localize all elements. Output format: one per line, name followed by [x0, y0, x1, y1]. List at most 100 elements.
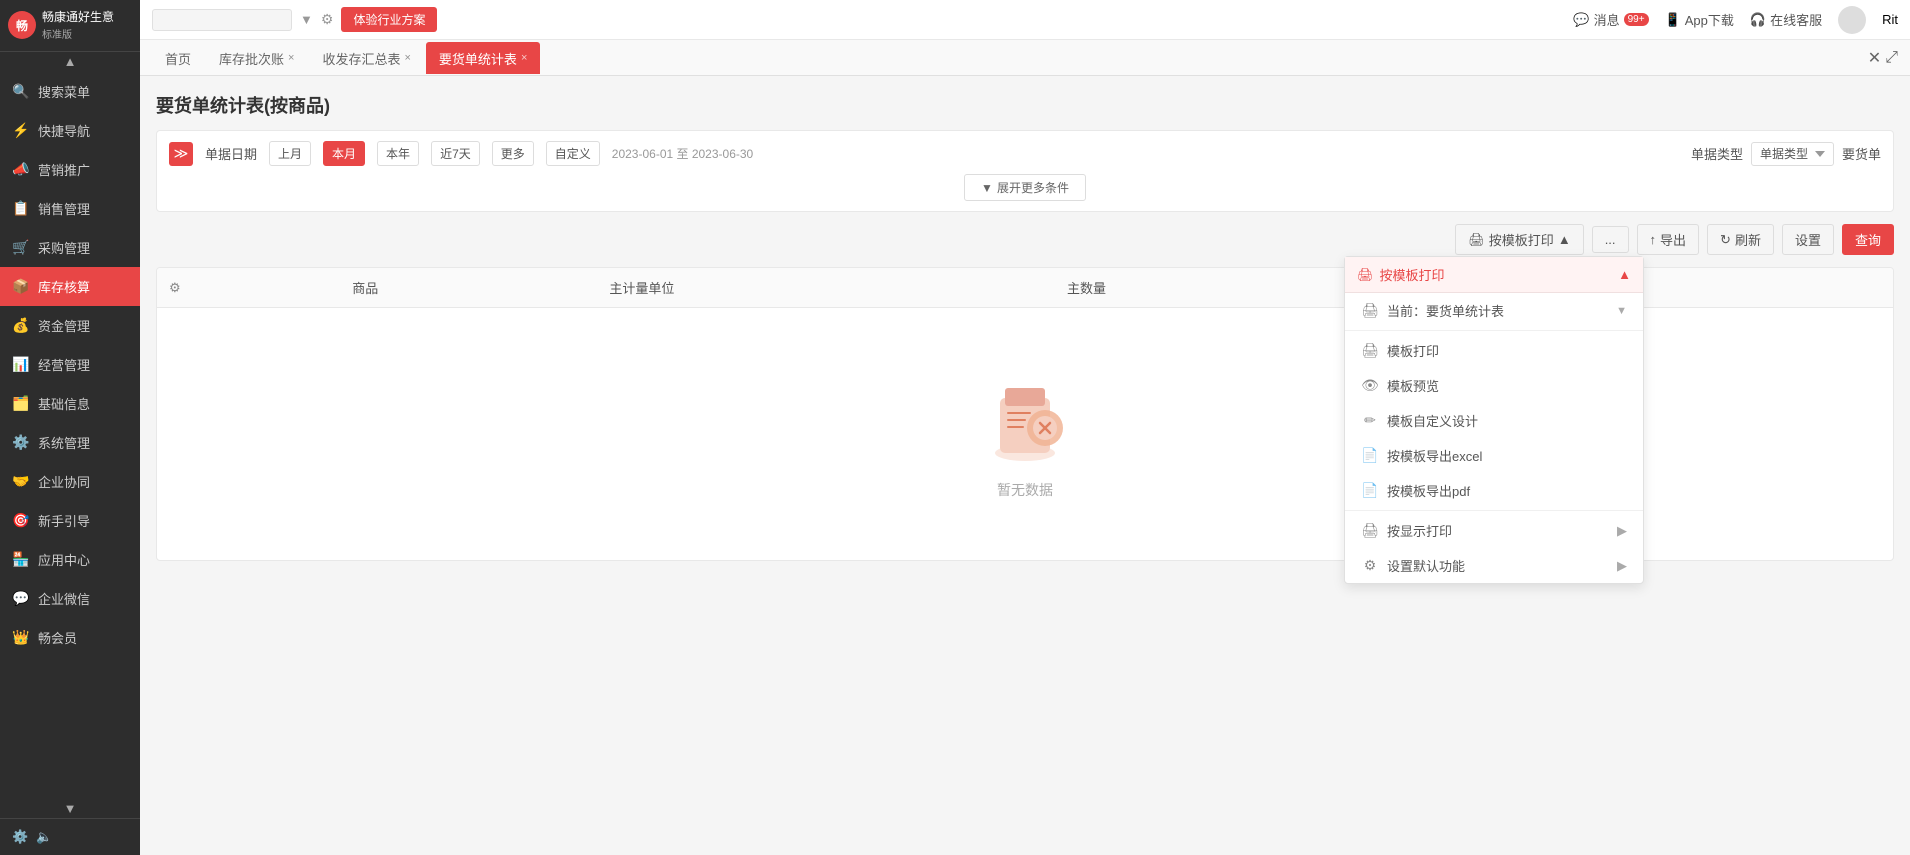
col-settings[interactable]: ⚙ [157, 268, 340, 308]
sidebar-item-marketing[interactable]: 📣 营销推广 [0, 150, 140, 189]
tab-close-inventory-batch[interactable]: × [288, 52, 294, 64]
sidebar-item-basic[interactable]: 🗂️ 基础信息 [0, 384, 140, 423]
sidebar-item-system[interactable]: ⚙️ 系统管理 [0, 423, 140, 462]
cart-icon: 🛒 [12, 239, 30, 256]
footer-settings-icon[interactable]: ⚙️ [12, 829, 28, 845]
template-current-arrow: ▼ [1616, 305, 1627, 317]
order-type-label: 要货单 [1842, 144, 1881, 163]
chart-icon: 📊 [12, 356, 30, 373]
date-btn-last-month[interactable]: 上月 [269, 141, 311, 166]
template-preview-item[interactable]: 👁 模板预览 [1345, 368, 1643, 403]
main-area: ▼ ⚙ 体验行业方案 💬 消息 99+ 📱 App下载 🎧 在线客服 Rit 首… [140, 0, 1910, 855]
user-avatar[interactable] [1838, 6, 1866, 34]
display-print-item[interactable]: 🖨 按显示打印 ▶ [1345, 513, 1643, 548]
col-extra [1770, 268, 1893, 308]
tab-receipt-summary[interactable]: 收发存汇总表 × [309, 42, 423, 74]
tab-close-receipt-summary[interactable]: × [404, 52, 410, 64]
expand-conditions-btn[interactable]: ▼ 展开更多条件 [964, 174, 1086, 201]
query-btn[interactable]: 查询 [1842, 224, 1894, 255]
refresh-icon: ↻ [1720, 232, 1731, 248]
page-title: 要货单统计表(按商品) [156, 92, 1894, 118]
chat-icon: 💬 [12, 590, 30, 607]
sidebar-scroll-up[interactable]: ▲ [0, 52, 140, 72]
date-range-display: 2023-06-01 至 2023-06-30 [612, 145, 753, 162]
expand-icon: ▼ [981, 181, 993, 195]
store-icon: 🏪 [12, 551, 30, 568]
sidebar-footer: ⚙️ 🔈 [0, 818, 140, 855]
sidebar-item-shortcut[interactable]: ⚡ 快捷导航 [0, 111, 140, 150]
date-btn-more[interactable]: 更多 [492, 141, 534, 166]
type-filter-select[interactable]: 单据类型 要货单 [1751, 142, 1834, 166]
template-current-icon: 🖨 [1361, 302, 1379, 319]
crown-icon: 👑 [12, 629, 30, 646]
sidebar-item-inventory[interactable]: 📦 库存核算 [0, 267, 140, 306]
date-btn-custom[interactable]: 自定义 [546, 141, 600, 166]
print-dropdown-arrow: ▲ [1558, 232, 1571, 247]
print-template-btn[interactable]: 🖨 按模板打印 ▲ [1455, 224, 1583, 255]
sidebar-item-finance[interactable]: 💰 资金管理 [0, 306, 140, 345]
type-filter-label: 单据类型 [1691, 144, 1743, 163]
settings-action-btn[interactable]: 设置 [1782, 224, 1834, 255]
date-btn-this-year[interactable]: 本年 [377, 141, 419, 166]
template-custom-icon: ✏ [1361, 412, 1379, 429]
template-export-pdf-item[interactable]: 📄 按模板导出pdf [1345, 473, 1643, 508]
table-settings-icon[interactable]: ⚙ [169, 280, 181, 295]
template-custom-item[interactable]: ✏ 模板自定义设计 [1345, 403, 1643, 438]
tab-order-stats[interactable]: 要货单统计表 × [426, 42, 540, 74]
default-function-arrow: ▶ [1617, 558, 1627, 574]
sidebar-item-search[interactable]: 🔍 搜索菜单 [0, 72, 140, 111]
tab-inventory-batch[interactable]: 库存批次账 × [206, 42, 307, 74]
action-bar: 🖨 按模板打印 ▲ ... ↑ 导出 ↻ 刷新 设置 查询 [156, 224, 1894, 255]
sidebar-item-operation[interactable]: 📊 经营管理 [0, 345, 140, 384]
sidebar-item-appstore[interactable]: 🏪 应用中心 [0, 540, 140, 579]
folder-icon: 🗂️ [12, 395, 30, 412]
sidebar-item-purchase[interactable]: 🛒 采购管理 [0, 228, 140, 267]
sidebar-scroll-down[interactable]: ▼ [0, 798, 140, 818]
date-btn-this-month[interactable]: 本月 [323, 141, 365, 166]
template-excel-icon: 📄 [1361, 447, 1379, 464]
topbar-search-input[interactable] [152, 9, 292, 31]
sidebar-item-cooperation[interactable]: 🤝 企业协同 [0, 462, 140, 501]
tab-close-order-stats[interactable]: × [521, 52, 527, 64]
content-area: 要货单统计表(按商品) ≫ 单据日期 上月 本月 本年 近7天 更多 自定义 2… [140, 76, 1910, 855]
user-name: Rit [1882, 12, 1898, 27]
sidebar-item-wechat[interactable]: 💬 企业微信 [0, 579, 140, 618]
topbar-gear-icon[interactable]: ⚙ [321, 11, 334, 28]
experience-btn[interactable]: 体验行业方案 [341, 7, 437, 32]
template-current-item[interactable]: 🖨 当前：要货单统计表 ▼ [1345, 293, 1643, 328]
phone-icon: 📱 [1665, 12, 1681, 28]
sidebar-nav: 🔍 搜索菜单 ⚡ 快捷导航 📣 营销推广 📋 销售管理 🛒 采购管理 📦 库存核… [0, 72, 140, 798]
filter-collapse-btn[interactable]: ≫ [169, 142, 193, 166]
tabs-right-controls: ✕ ⤢ [1868, 48, 1898, 68]
notifications-btn[interactable]: 💬 消息 99+ [1573, 10, 1648, 29]
template-export-excel-item[interactable]: 📄 按模板导出excel [1345, 438, 1643, 473]
headset-icon: 🎧 [1750, 12, 1766, 28]
export-btn[interactable]: ↑ 导出 [1637, 224, 1700, 255]
date-btn-7days[interactable]: 近7天 [431, 141, 480, 166]
money-icon: 💰 [12, 317, 30, 334]
template-dropdown-header[interactable]: 🖨 按模板打印 ▲ [1345, 257, 1643, 293]
refresh-btn[interactable]: ↻ 刷新 [1707, 224, 1774, 255]
empty-icon [975, 368, 1075, 468]
logo-icon: 畅 [8, 11, 36, 39]
tab-window-close-btn[interactable]: ✕ [1868, 48, 1881, 68]
topbar-right: 💬 消息 99+ 📱 App下载 🎧 在线客服 Rit [1573, 6, 1898, 34]
footer-audio-icon[interactable]: 🔈 [36, 829, 52, 845]
sidebar-item-newbie[interactable]: 🎯 新手引导 [0, 501, 140, 540]
app-download-btn[interactable]: 📱 App下载 [1665, 10, 1734, 29]
sidebar-item-member[interactable]: 👑 畅会员 [0, 618, 140, 657]
more-options-btn[interactable]: ... [1592, 226, 1629, 253]
tab-home[interactable]: 首页 [152, 42, 204, 74]
default-function-item[interactable]: ⚙ 设置默认功能 ▶ [1345, 548, 1643, 583]
sidebar-item-sales[interactable]: 📋 销售管理 [0, 189, 140, 228]
display-print-arrow: ▶ [1617, 523, 1627, 539]
template-print-item[interactable]: 🖨 模板打印 [1345, 333, 1643, 368]
box-icon: 📦 [12, 278, 30, 295]
megaphone-icon: 📣 [12, 161, 30, 178]
tab-expand-btn[interactable]: ⤢ [1885, 48, 1898, 68]
topbar-chevron-icon[interactable]: ▼ [300, 12, 313, 27]
online-service-btn[interactable]: 🎧 在线客服 [1750, 10, 1822, 29]
tab-bar: 首页 库存批次账 × 收发存汇总表 × 要货单统计表 × ✕ ⤢ [140, 40, 1910, 76]
template-pdf-icon: 📄 [1361, 482, 1379, 499]
default-function-icon: ⚙ [1361, 557, 1379, 574]
